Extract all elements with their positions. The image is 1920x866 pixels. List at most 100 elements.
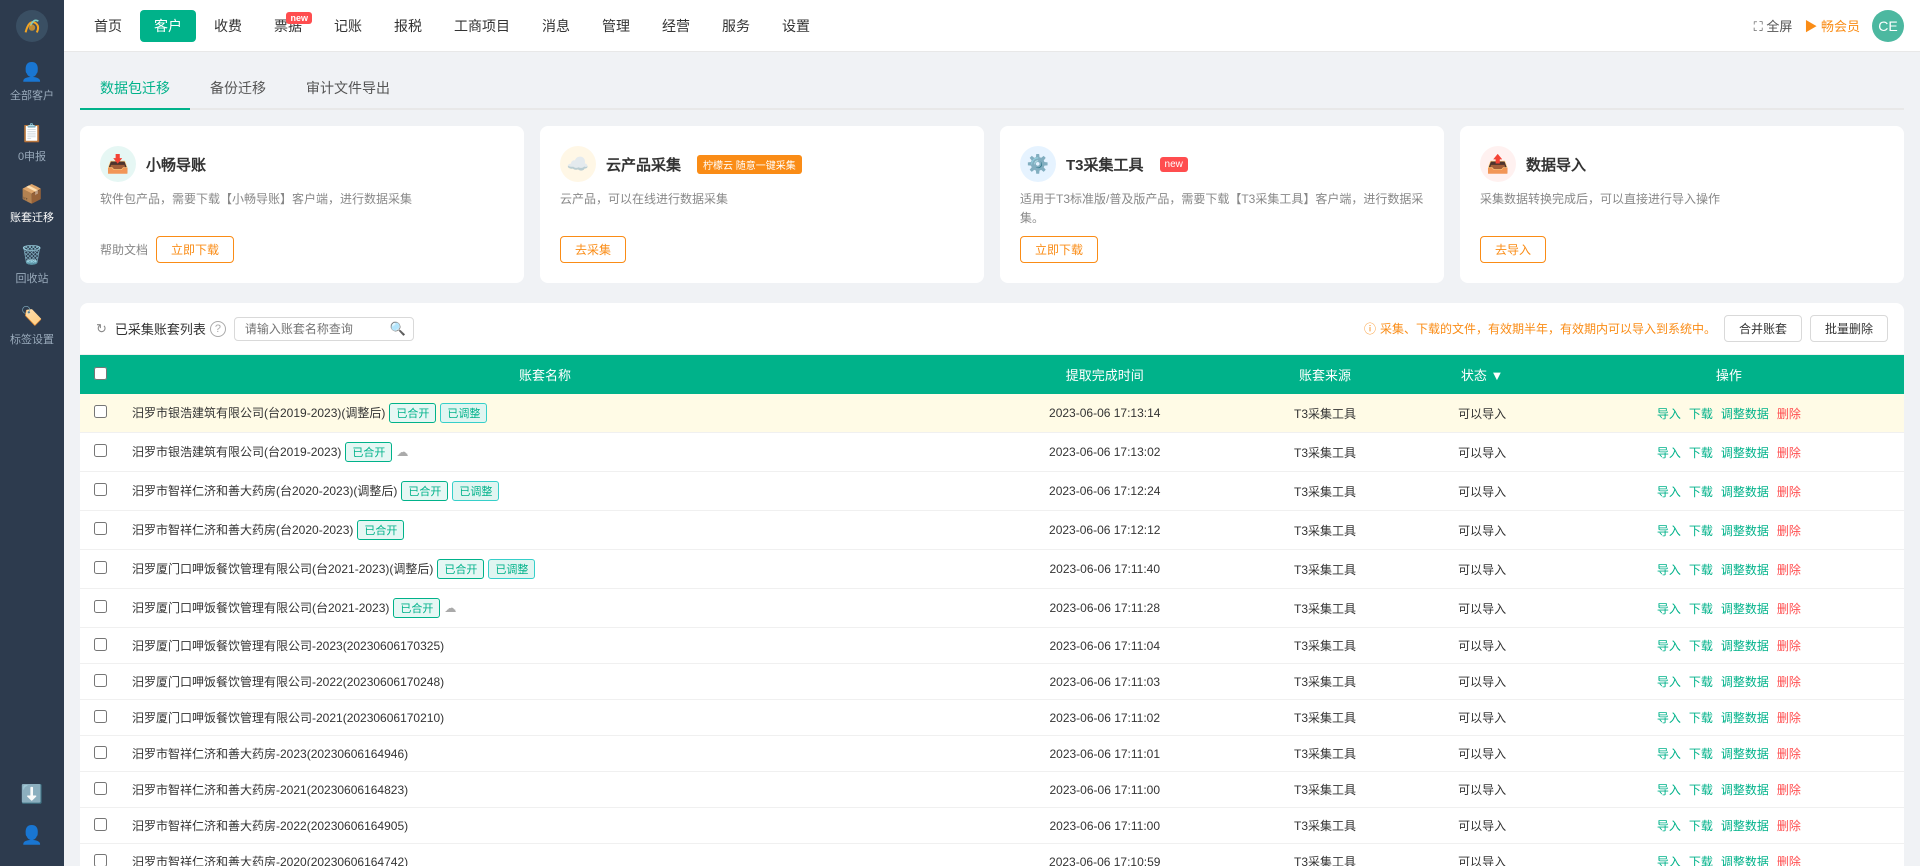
sidebar-item-tag-settings[interactable]: 🏷️ 标签设置 xyxy=(0,296,64,357)
row-action-删除[interactable]: 删除 xyxy=(1777,485,1801,499)
row-action-导入[interactable]: 导入 xyxy=(1657,675,1681,689)
row-checkbox[interactable] xyxy=(94,444,107,457)
sidebar-item-recycle[interactable]: 🗑️ 回收站 xyxy=(0,235,64,296)
row-action-删除[interactable]: 删除 xyxy=(1777,855,1801,866)
row-action-删除[interactable]: 删除 xyxy=(1777,819,1801,833)
search-icon[interactable]: 🔍 xyxy=(390,321,406,337)
row-action-调整数据[interactable]: 调整数据 xyxy=(1721,563,1769,577)
row-action-下载[interactable]: 下载 xyxy=(1689,407,1713,421)
row-action-调整数据[interactable]: 调整数据 xyxy=(1721,711,1769,725)
row-action-调整数据[interactable]: 调整数据 xyxy=(1721,783,1769,797)
row-action-下载[interactable]: 下载 xyxy=(1689,602,1713,616)
row-action-调整数据[interactable]: 调整数据 xyxy=(1721,485,1769,499)
merge-accounts-btn[interactable]: 合并账套 xyxy=(1724,315,1802,342)
row-action-调整数据[interactable]: 调整数据 xyxy=(1721,639,1769,653)
row-action-删除[interactable]: 删除 xyxy=(1777,639,1801,653)
row-action-删除[interactable]: 删除 xyxy=(1777,711,1801,725)
row-action-导入[interactable]: 导入 xyxy=(1657,711,1681,725)
row-checkbox[interactable] xyxy=(94,854,107,866)
row-checkbox[interactable] xyxy=(94,782,107,795)
nav-bookkeeping[interactable]: 记账 xyxy=(320,10,376,42)
nav-business[interactable]: 工商项目 xyxy=(440,10,524,42)
row-action-删除[interactable]: 删除 xyxy=(1777,524,1801,538)
sidebar-item-user[interactable]: 👤 xyxy=(0,815,64,856)
sidebar-item-zero-declaration[interactable]: 📋 0申报 xyxy=(0,113,64,174)
row-checkbox[interactable] xyxy=(94,710,107,723)
row-action-调整数据[interactable]: 调整数据 xyxy=(1721,819,1769,833)
row-action-删除[interactable]: 删除 xyxy=(1777,602,1801,616)
row-action-导入[interactable]: 导入 xyxy=(1657,485,1681,499)
row-action-下载[interactable]: 下载 xyxy=(1689,711,1713,725)
select-all-checkbox[interactable] xyxy=(94,367,107,380)
row-action-删除[interactable]: 删除 xyxy=(1777,563,1801,577)
tab-backup-migration[interactable]: 备份迁移 xyxy=(190,68,286,110)
t3-download-btn[interactable]: 立即下载 xyxy=(1020,236,1098,263)
row-action-调整数据[interactable]: 调整数据 xyxy=(1721,407,1769,421)
nav-invoices[interactable]: 票据 new xyxy=(260,10,316,42)
xiaochang-help-link[interactable]: 帮助文档 xyxy=(100,241,148,258)
row-action-删除[interactable]: 删除 xyxy=(1777,675,1801,689)
row-action-删除[interactable]: 删除 xyxy=(1777,783,1801,797)
cloud-collect-btn[interactable]: 去采集 xyxy=(560,236,626,263)
xiaochang-download-btn[interactable]: 立即下载 xyxy=(156,236,234,263)
help-icon[interactable]: ? xyxy=(210,321,226,337)
nav-management[interactable]: 管理 xyxy=(588,10,644,42)
row-action-下载[interactable]: 下载 xyxy=(1689,747,1713,761)
row-action-下载[interactable]: 下载 xyxy=(1689,639,1713,653)
row-action-下载[interactable]: 下载 xyxy=(1689,446,1713,460)
sidebar-item-all-clients[interactable]: 👤 全部客户 xyxy=(0,52,64,113)
row-action-导入[interactable]: 导入 xyxy=(1657,819,1681,833)
row-action-删除[interactable]: 删除 xyxy=(1777,407,1801,421)
tab-data-migration[interactable]: 数据包迁移 xyxy=(80,68,190,110)
row-checkbox[interactable] xyxy=(94,746,107,759)
row-checkbox[interactable] xyxy=(94,674,107,687)
row-checkbox[interactable] xyxy=(94,483,107,496)
row-action-下载[interactable]: 下载 xyxy=(1689,855,1713,866)
app-logo[interactable] xyxy=(0,0,64,52)
row-action-删除[interactable]: 删除 xyxy=(1777,747,1801,761)
row-checkbox[interactable] xyxy=(94,818,107,831)
nav-services[interactable]: 服务 xyxy=(708,10,764,42)
row-checkbox[interactable] xyxy=(94,561,107,574)
sidebar-item-account-migration[interactable]: 📦 账套迁移 xyxy=(0,174,64,235)
row-action-调整数据[interactable]: 调整数据 xyxy=(1721,675,1769,689)
nav-messages[interactable]: 消息 xyxy=(528,10,584,42)
row-action-下载[interactable]: 下载 xyxy=(1689,675,1713,689)
batch-delete-btn[interactable]: 批量删除 xyxy=(1810,315,1888,342)
row-action-调整数据[interactable]: 调整数据 xyxy=(1721,524,1769,538)
nav-tax[interactable]: 报税 xyxy=(380,10,436,42)
row-action-导入[interactable]: 导入 xyxy=(1657,855,1681,866)
row-action-下载[interactable]: 下载 xyxy=(1689,819,1713,833)
row-action-下载[interactable]: 下载 xyxy=(1689,524,1713,538)
row-action-下载[interactable]: 下载 xyxy=(1689,485,1713,499)
nav-clients[interactable]: 客户 xyxy=(140,10,196,42)
tab-audit-export[interactable]: 审计文件导出 xyxy=(286,68,410,110)
row-action-导入[interactable]: 导入 xyxy=(1657,602,1681,616)
row-action-下载[interactable]: 下载 xyxy=(1689,563,1713,577)
row-checkbox[interactable] xyxy=(94,405,107,418)
row-action-导入[interactable]: 导入 xyxy=(1657,563,1681,577)
nav-settings[interactable]: 设置 xyxy=(768,10,824,42)
nav-fees[interactable]: 收费 xyxy=(200,10,256,42)
row-action-导入[interactable]: 导入 xyxy=(1657,407,1681,421)
vip-btn[interactable]: ▶ 畅会员 xyxy=(1804,16,1860,35)
row-action-删除[interactable]: 删除 xyxy=(1777,446,1801,460)
row-action-导入[interactable]: 导入 xyxy=(1657,639,1681,653)
row-action-导入[interactable]: 导入 xyxy=(1657,783,1681,797)
row-action-调整数据[interactable]: 调整数据 xyxy=(1721,855,1769,866)
row-action-调整数据[interactable]: 调整数据 xyxy=(1721,747,1769,761)
row-action-导入[interactable]: 导入 xyxy=(1657,524,1681,538)
nav-home[interactable]: 首页 xyxy=(80,10,136,42)
row-action-调整数据[interactable]: 调整数据 xyxy=(1721,602,1769,616)
row-checkbox[interactable] xyxy=(94,638,107,651)
row-checkbox[interactable] xyxy=(94,600,107,613)
row-action-导入[interactable]: 导入 xyxy=(1657,446,1681,460)
row-action-导入[interactable]: 导入 xyxy=(1657,747,1681,761)
row-action-调整数据[interactable]: 调整数据 xyxy=(1721,446,1769,460)
row-action-下载[interactable]: 下载 xyxy=(1689,783,1713,797)
user-avatar[interactable]: CE xyxy=(1872,10,1904,42)
search-input[interactable] xyxy=(234,317,414,341)
fullscreen-btn[interactable]: ⛶ 全屏 xyxy=(1754,16,1793,35)
nav-operations[interactable]: 经营 xyxy=(648,10,704,42)
sidebar-item-download[interactable]: ⬇️ xyxy=(0,774,64,815)
